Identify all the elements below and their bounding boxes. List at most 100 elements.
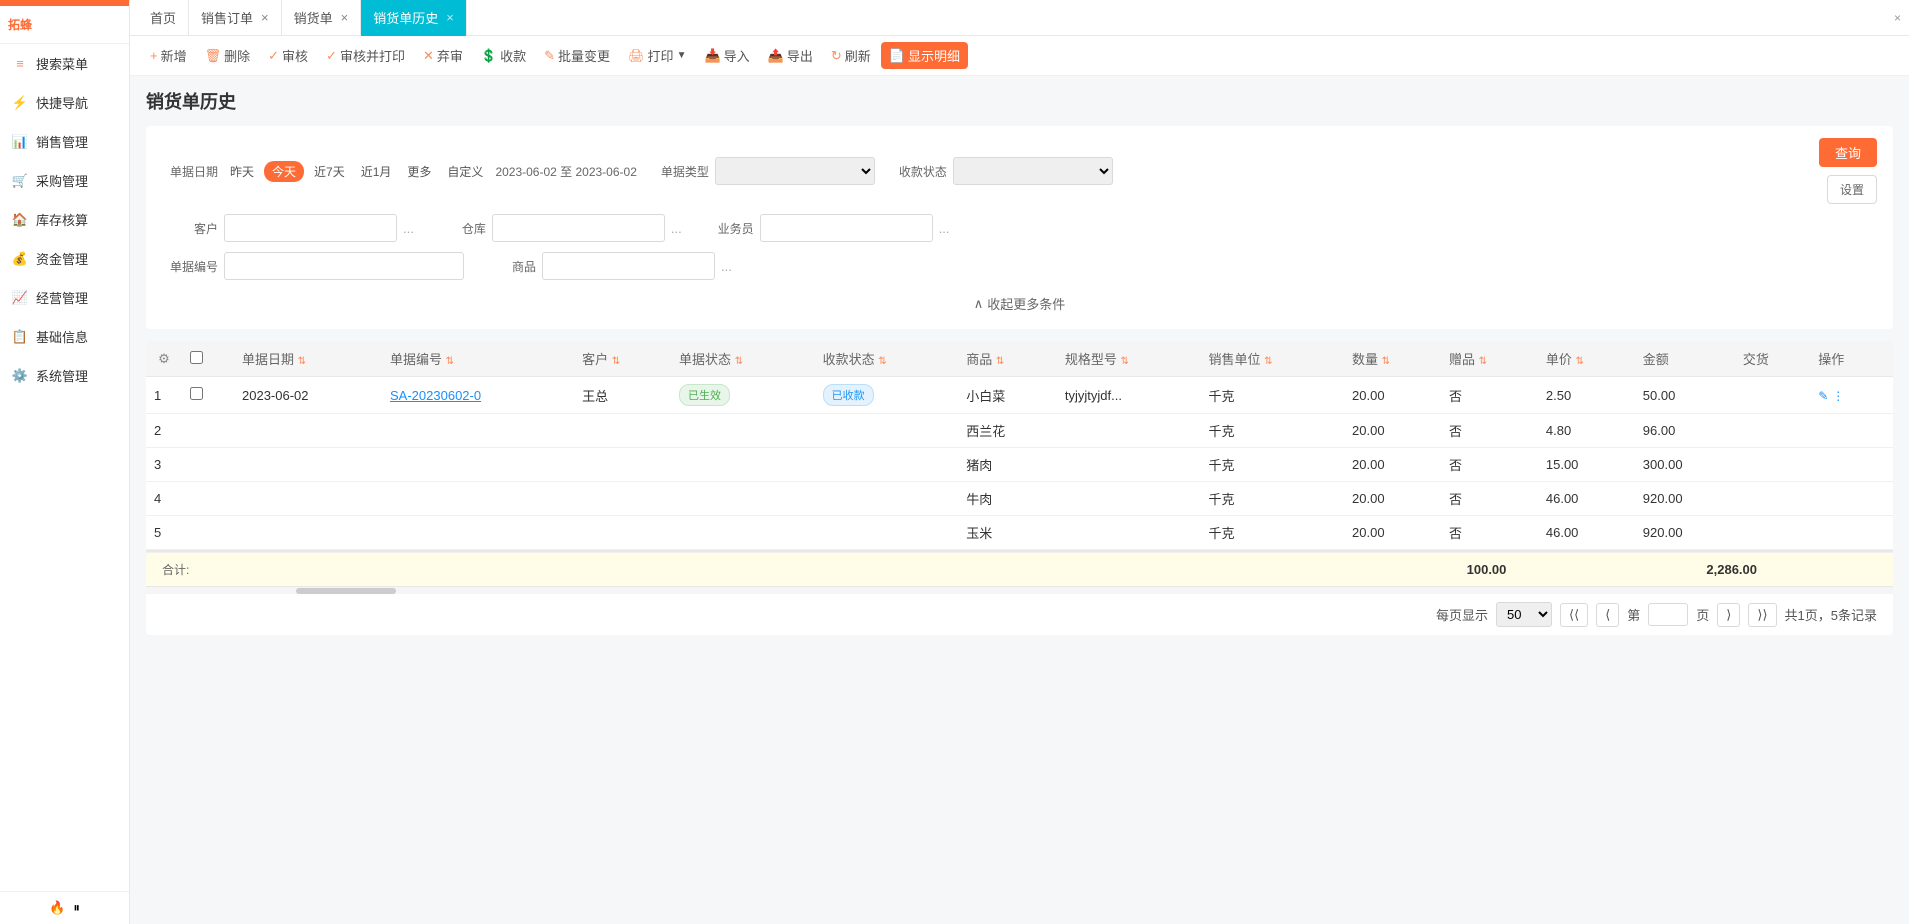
scrollbar-area[interactable] [146,586,1893,594]
prev-page-button[interactable]: ⟨ [1596,603,1619,627]
data-table: ⚙ 单据日期 ⇅ 单据编号 ⇅ 客户 ⇅ [146,341,1893,550]
table-row: 4牛肉千克20.00否46.00920.00 [146,482,1893,516]
sidebar-item-sys-mgmt[interactable]: ⚙️ 系统管理 [0,356,129,395]
audit-print-button[interactable]: ✓ 审核并打印 [318,42,413,69]
table-settings-icon[interactable]: ⚙ [158,351,170,366]
th-doc-status-sort[interactable]: ⇅ [735,356,743,367]
th-sales-unit-sort[interactable]: ⇅ [1264,356,1272,367]
filter-salesperson-input[interactable] [760,214,933,242]
filter-doc-type-select[interactable] [715,157,875,185]
sidebar-item-search-menu[interactable]: ≡ 搜索菜单 [0,44,129,83]
page-input[interactable]: 1 [1648,603,1688,626]
tab-sales-order-close[interactable]: × [261,10,269,25]
tab-sales-order[interactable]: 销售订单 × [189,0,282,36]
print-button[interactable]: 🖨 打印 ▼ [620,42,694,69]
filter-warehouse-dots[interactable]: ... [671,221,682,236]
cell-doc-date [234,414,382,448]
tab-sales-goods-close[interactable]: × [341,10,349,25]
filter-customer-dots[interactable]: ... [403,221,414,236]
date-range-text: 2023-06-02 至 2023-06-02 [495,163,636,180]
sidebar-pause-icon[interactable]: ⏸ [73,900,80,916]
batch-change-button[interactable]: ✎ 批量变更 [536,42,618,69]
discard-button[interactable]: ✕ 弃审 [415,42,471,69]
th-customer-sort[interactable]: ⇅ [612,356,620,367]
th-checkbox [182,341,234,377]
ops-icon: 📈 [12,290,28,306]
per-page-select[interactable]: 50 20 100 [1496,602,1552,627]
th-settings: ⚙ [146,341,182,377]
sidebar-item-quick-nav[interactable]: ⚡ 快捷导航 [0,83,129,122]
tab-sales-history-close[interactable]: × [446,10,454,25]
tab-sales-history[interactable]: 销货单历史 × [361,0,467,36]
refresh-button[interactable]: ↻ 刷新 [823,42,879,69]
cell-action [1810,448,1893,482]
sidebar-item-label-sales: 销售管理 [36,132,88,151]
sidebar-fire-icon[interactable]: 🔥 [49,900,65,916]
filter-docno-input[interactable] [224,252,464,280]
filter-docno-item: 单据编号 [162,252,464,280]
filter-panel: 单据日期 昨天 今天 近7天 近1月 更多 自定义 2023-06-02 至 2… [146,126,1893,329]
delete-button[interactable]: 🗑 删除 [197,42,259,69]
th-payment-status: 收款状态 ⇅ [815,341,959,377]
sidebar-item-basic-info[interactable]: 📋 基础信息 [0,317,129,356]
add-button[interactable]: + 新增 [142,42,195,69]
sidebar-item-purchase-mgmt[interactable]: 🛒 采购管理 [0,161,129,200]
date-btn-yesterday[interactable]: 昨天 [224,161,260,182]
close-all-tabs[interactable]: × [1894,11,1901,25]
cell-goods: 西兰花 [958,414,1057,448]
th-doc-date-sort[interactable]: ⇅ [298,356,306,367]
th-unit-price-sort[interactable]: ⇅ [1576,356,1584,367]
collapse-filter-button[interactable]: ∧ 收起更多条件 [162,290,1877,317]
filter-goods-input[interactable] [542,252,715,280]
pagination: 每页显示 50 20 100 ⟨⟨ ⟨ 第 1 页 ⟩ ⟩⟩ 共1页，5条记录 [146,594,1893,635]
sidebar-item-inventory[interactable]: 🏠 库存核算 [0,200,129,239]
filter-salesperson-dots[interactable]: ... [939,221,950,236]
row-checkbox[interactable] [190,387,203,400]
export-button[interactable]: 📤 导出 [760,42,821,69]
date-btn-1month[interactable]: 近1月 [355,161,398,182]
collect-icon: 💲 [481,48,497,64]
action-btn-1[interactable]: ⋮ [1832,389,1844,403]
doc-no-link[interactable]: SA-20230602-0 [390,388,481,403]
cell-spec-model [1057,482,1201,516]
cell-gift: 否 [1441,482,1538,516]
filter-row-3: 单据编号 商品 ... [162,252,1877,280]
last-page-button[interactable]: ⟩⟩ [1748,603,1776,627]
query-button[interactable]: 查询 [1819,138,1877,167]
sidebar-item-finance[interactable]: 💰 资金管理 [0,239,129,278]
filter-goods-dots[interactable]: ... [721,259,732,274]
select-all-checkbox[interactable] [190,351,203,364]
content-area: 销货单历史 单据日期 昨天 今天 近7天 近1月 更多 自定义 2023-06-… [130,76,1909,924]
filter-customer-input[interactable] [224,214,397,242]
audit-button[interactable]: ✓ 审核 [260,42,316,69]
cell-customer [574,448,671,482]
collect-button[interactable]: 💲 收款 [473,42,534,69]
first-page-button[interactable]: ⟨⟨ [1560,603,1588,627]
import-button[interactable]: 📥 导入 [696,42,757,69]
th-doc-no-sort[interactable]: ⇅ [446,356,454,367]
th-goods-sort[interactable]: ⇅ [996,356,1004,367]
date-btn-more[interactable]: 更多 [401,161,437,182]
action-btn-0[interactable]: ✎ [1818,389,1828,403]
filter-warehouse-input[interactable] [492,214,665,242]
sidebar-item-ops[interactable]: 📈 经营管理 [0,278,129,317]
date-btn-today[interactable]: 今天 [264,161,304,182]
th-spec-model-sort[interactable]: ⇅ [1121,356,1129,367]
cell-qty: 20.00 [1344,414,1441,448]
cell-goods: 小白菜 [958,377,1057,414]
next-page-button[interactable]: ⟩ [1717,603,1740,627]
discard-label: 弃审 [437,46,463,65]
setting-button[interactable]: 设置 [1827,175,1877,204]
cell-spec-model [1057,448,1201,482]
date-btn-7days[interactable]: 近7天 [308,161,351,182]
filter-payment-status-select[interactable] [953,157,1113,185]
tab-home[interactable]: 首页 [138,0,189,36]
date-btn-custom[interactable]: 自定义 [441,161,489,182]
th-payment-status-sort[interactable]: ⇅ [878,356,886,367]
th-gift-sort[interactable]: ⇅ [1479,356,1487,367]
cell-customer [574,482,671,516]
show-detail-button[interactable]: 📄 显示明细 [881,42,968,69]
th-qty-sort[interactable]: ⇅ [1382,356,1390,367]
sidebar-item-sales-mgmt[interactable]: 📊 销售管理 [0,122,129,161]
tab-sales-goods[interactable]: 销货单 × [282,0,362,36]
